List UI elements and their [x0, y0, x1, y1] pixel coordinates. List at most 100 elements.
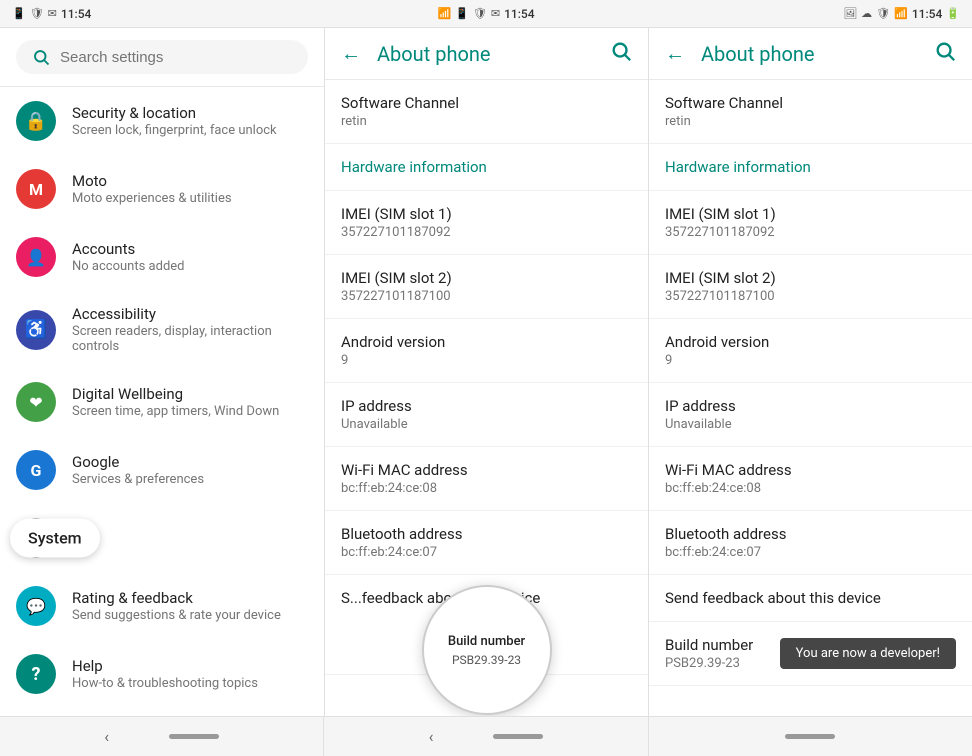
time-center: 11:54 — [504, 7, 534, 21]
list-item: Wi-Fi MAC address bc:ff:eb:24:ce:08 — [649, 447, 972, 511]
shield-icon-left: 🛡 — [30, 7, 44, 20]
security-title: Security & location — [72, 104, 308, 122]
accessibility-subtitle: Screen readers, display, interaction con… — [72, 324, 308, 354]
nav-bar: ‹ ‹ — [0, 716, 972, 756]
back-button-1[interactable]: ← — [341, 41, 361, 66]
list-item: IMEI (SIM slot 2) 357227101187100 — [649, 255, 972, 319]
sidebar-item-moto[interactable]: M Moto Moto experiences & utilities — [0, 155, 324, 223]
search-button-2[interactable] — [934, 40, 956, 67]
build-circle-value: PSB29.39-23 — [452, 653, 521, 667]
ip-title-1: IP address — [341, 397, 632, 415]
digital-wellbeing-subtitle: Screen time, app timers, Wind Down — [72, 404, 308, 419]
status-bar-right: 🖼 ☁ 🛡 📶 11:54 🔋 — [644, 7, 960, 21]
search-bar — [0, 28, 324, 87]
status-bar-left: 📱 🛡 ✉ 11:54 — [12, 7, 328, 21]
imei1-value-2: 357227101187092 — [665, 225, 956, 240]
android-version-value-1: 9 — [341, 353, 632, 368]
signal-icon: 📶 — [437, 7, 451, 20]
nav-pill-center — [493, 734, 543, 739]
developer-toast: You are now a developer! — [780, 638, 956, 669]
google-icon: G — [16, 450, 56, 490]
ip-value-2: Unavailable — [665, 417, 956, 432]
accounts-subtitle: No accounts added — [72, 259, 308, 274]
list-item[interactable]: S...feedback about this device Build num… — [325, 575, 648, 675]
imei2-value-1: 357227101187100 — [341, 289, 632, 304]
android-version-title-2: Android version — [665, 333, 956, 351]
sidebar-item-system[interactable]: ℹ System Languages, time, backup, update… — [0, 504, 324, 572]
panel-header-1: ← About phone — [325, 28, 648, 80]
list-item: IMEI (SIM slot 1) 357227101187092 — [325, 191, 648, 255]
nav-section-left: ‹ — [0, 717, 324, 756]
rating-subtitle: Send suggestions & rate your device — [72, 608, 308, 623]
cloud-icon: ☁ — [861, 7, 872, 20]
battery-icon: 🔋 — [946, 7, 960, 20]
list-item: Android version 9 — [649, 319, 972, 383]
nav-section-right — [649, 717, 972, 756]
imei2-title-1: IMEI (SIM slot 2) — [341, 269, 632, 287]
android-version-title-1: Android version — [341, 333, 632, 351]
list-item: Android version 9 — [325, 319, 648, 383]
search-icon — [32, 48, 50, 66]
security-subtitle: Screen lock, fingerprint, face unlock — [72, 123, 308, 138]
hardware-info-title-1: Hardware information — [341, 158, 632, 176]
panel-header-2: ← About phone — [649, 28, 972, 80]
list-item: IMEI (SIM slot 1) 357227101187092 — [649, 191, 972, 255]
wifi-mac-title-2: Wi-Fi MAC address — [665, 461, 956, 479]
imei2-value-2: 357227101187100 — [665, 289, 956, 304]
rating-icon: 💬 — [16, 586, 56, 626]
wifi-icon: 📶 — [894, 7, 908, 20]
software-channel-value-1: retin — [341, 114, 632, 129]
system-bubble: System — [10, 519, 100, 558]
build-circle-label: Build number — [448, 634, 525, 649]
bt-value-1: bc:ff:eb:24:ce:07 — [341, 545, 632, 560]
google-title: Google — [72, 453, 308, 471]
nav-back-center[interactable]: ‹ — [429, 727, 434, 746]
back-button-2[interactable]: ← — [665, 41, 685, 66]
list-item: Bluetooth address bc:ff:eb:24:ce:07 — [649, 511, 972, 575]
search-input-wrap[interactable] — [16, 40, 308, 74]
list-item[interactable]: Hardware information — [325, 144, 648, 191]
digital-wellbeing-icon: ❤ — [16, 382, 56, 422]
accessibility-icon: ♿ — [16, 310, 56, 350]
list-item: Wi-Fi MAC address bc:ff:eb:24:ce:08 — [325, 447, 648, 511]
accessibility-title: Accessibility — [72, 305, 308, 323]
feedback-title-2: Send feedback about this device — [665, 589, 956, 607]
sidebar-item-accessibility[interactable]: ♿ Accessibility Screen readers, display,… — [0, 291, 324, 368]
list-item[interactable]: Hardware information — [649, 144, 972, 191]
nav-section-center: ‹ — [324, 717, 648, 756]
nav-pill-right — [785, 734, 835, 739]
hardware-info-title-2: Hardware information — [665, 158, 956, 176]
bt-value-2: bc:ff:eb:24:ce:07 — [665, 545, 956, 560]
wifi-mac-value-2: bc:ff:eb:24:ce:08 — [665, 481, 956, 496]
message-icon-left: ✉ — [48, 7, 57, 20]
message-icon-c: ✉ — [491, 7, 500, 20]
sidebar-item-digital-wellbeing[interactable]: ❤ Digital Wellbeing Screen time, app tim… — [0, 368, 324, 436]
imei1-value-1: 357227101187092 — [341, 225, 632, 240]
status-bar: 📱 🛡 ✉ 11:54 📶 📱 🛡 ✉ 11:54 🖼 ☁ 🛡 📶 11:54 … — [0, 0, 972, 28]
list-item[interactable]: Send feedback about this device — [649, 575, 972, 622]
rating-title: Rating & feedback — [72, 589, 308, 607]
sidebar-item-security[interactable]: 🔒 Security & location Screen lock, finge… — [0, 87, 324, 155]
settings-panel: 🔒 Security & location Screen lock, finge… — [0, 28, 325, 716]
help-title: Help — [72, 657, 308, 675]
nav-back-left[interactable]: ‹ — [104, 727, 109, 746]
sidebar-item-google[interactable]: G Google Services & preferences — [0, 436, 324, 504]
shield-icon-c: 🛡 — [473, 7, 487, 20]
sidebar-item-help[interactable]: ? Help How-to & troubleshooting topics — [0, 640, 324, 708]
search-button-1[interactable] — [610, 40, 632, 67]
imei2-title-2: IMEI (SIM slot 2) — [665, 269, 956, 287]
panel-title-1: About phone — [377, 42, 594, 66]
panel-title-2: About phone — [701, 42, 918, 66]
software-channel-title-1: Software Channel — [341, 94, 632, 112]
sidebar-item-rating[interactable]: 💬 Rating & feedback Send suggestions & r… — [0, 572, 324, 640]
search-input[interactable] — [60, 49, 292, 66]
sidebar-item-accounts[interactable]: 👤 Accounts No accounts added — [0, 223, 324, 291]
time-left: 11:54 — [61, 7, 91, 21]
ip-title-2: IP address — [665, 397, 956, 415]
about-panel-2: ← About phone Software Channel retin Har… — [649, 28, 972, 716]
list-item[interactable]: Build number PSB29.39-23 You are now a d… — [649, 622, 972, 686]
imei1-title-1: IMEI (SIM slot 1) — [341, 205, 632, 223]
status-bar-center: 📶 📱 🛡 ✉ 11:54 — [328, 7, 644, 21]
android-version-value-2: 9 — [665, 353, 956, 368]
bt-title-1: Bluetooth address — [341, 525, 632, 543]
